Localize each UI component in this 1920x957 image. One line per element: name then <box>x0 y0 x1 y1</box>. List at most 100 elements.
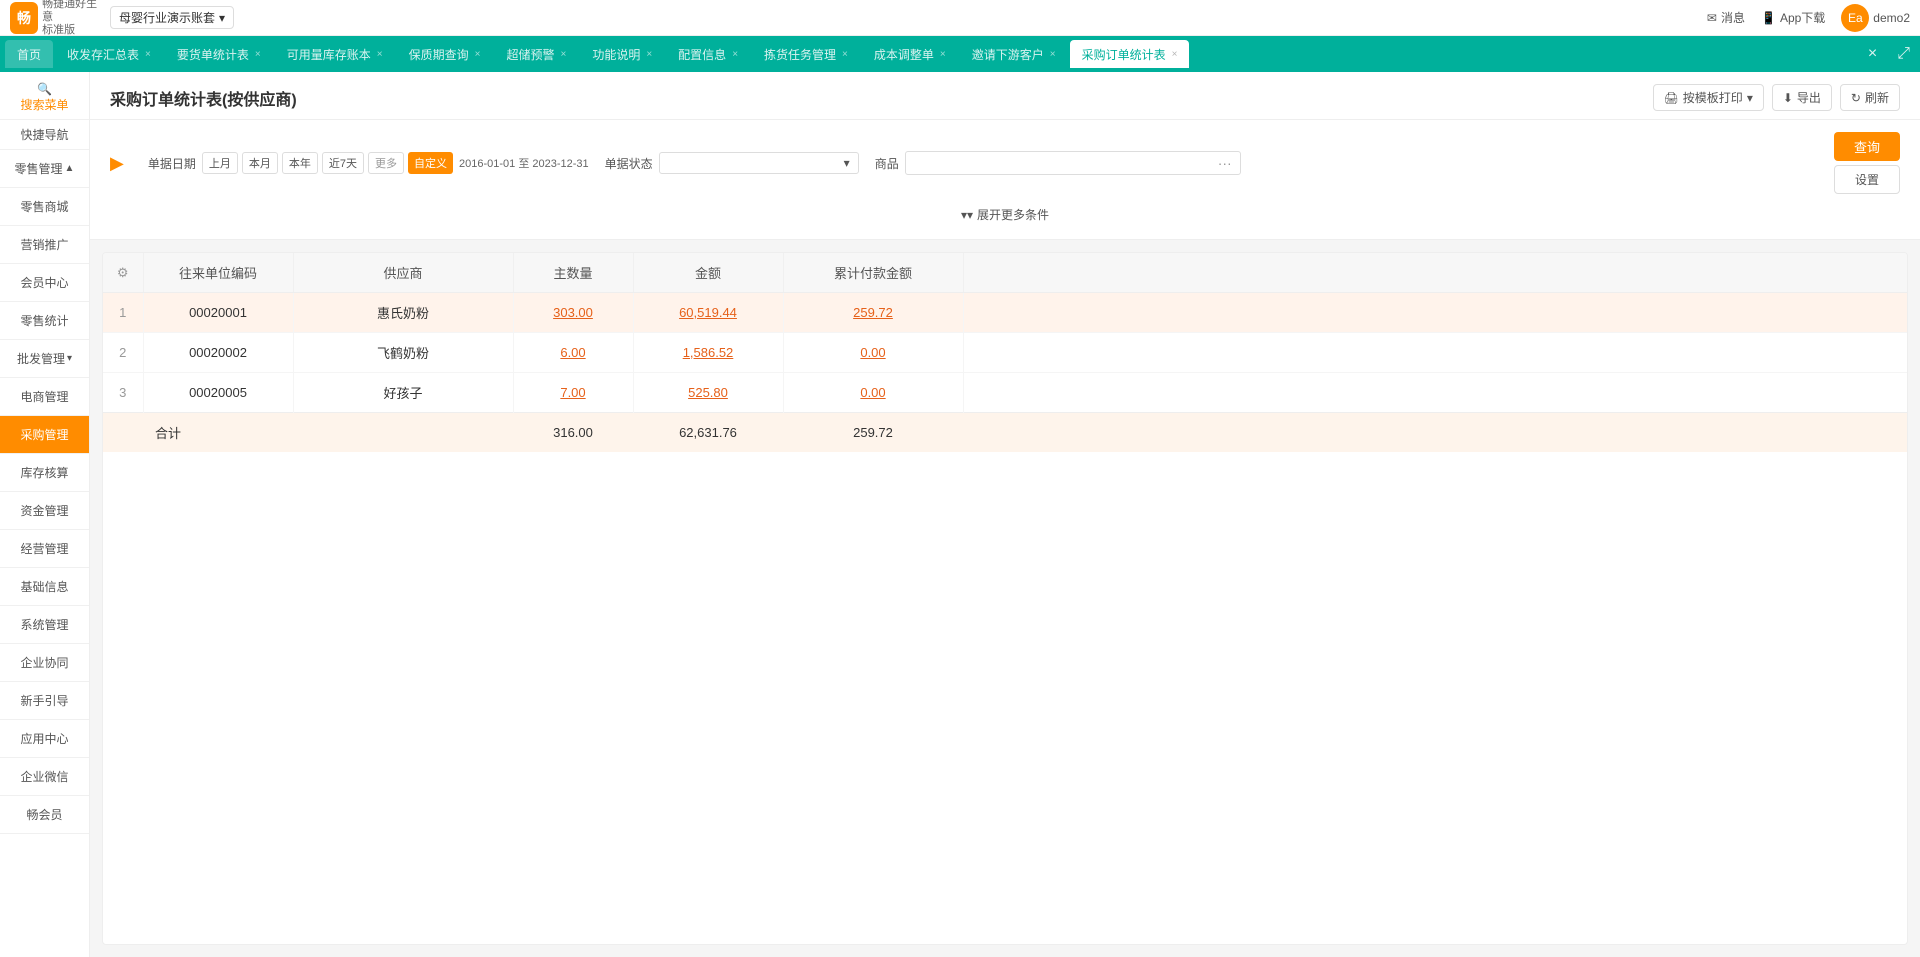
row-qty-3: 7.00 <box>513 373 633 413</box>
sidebar-quick-nav[interactable]: 快捷导航 <box>0 120 89 150</box>
close-tab-purchase-order-stats[interactable]: × <box>1172 49 1178 60</box>
sidebar-item-ecommerce[interactable]: 电商管理 <box>0 378 89 416</box>
tab-overstock[interactable]: 超储预警 × <box>494 40 578 68</box>
close-tab-config[interactable]: × <box>732 49 738 60</box>
col-header-code: 往来单位编码 <box>143 253 293 293</box>
close-tab-invite-downstream[interactable]: × <box>1050 49 1056 60</box>
goods-input-container[interactable]: ··· <box>905 151 1241 175</box>
footer-label: 合计 <box>143 413 513 453</box>
download-icon: 📱 <box>1761 11 1776 25</box>
expand-more-conditions[interactable]: ▾▾ 展开更多条件 <box>110 202 1900 227</box>
close-tab-pick-task[interactable]: × <box>842 49 848 60</box>
message-label: 消息 <box>1721 9 1745 26</box>
date-btn-this-month[interactable]: 本月 <box>242 152 278 174</box>
message-button[interactable]: ✉ 消息 <box>1707 9 1745 26</box>
filter-row-1: ▶ 单据日期 上月 本月 本年 近7天 更多 自定义 2016-01-0 <box>110 132 1900 194</box>
goods-filter: 商品 ··· <box>875 151 1241 175</box>
refresh-button[interactable]: ↻ 刷新 <box>1840 84 1900 111</box>
tab-function-desc[interactable]: 功能说明 × <box>580 40 664 68</box>
table-header: ⚙ 往来单位编码 供应商 主数量 金额 累计付款金额 <box>103 253 1907 293</box>
tab-available-stock[interactable]: 可用量库存账本 × <box>275 40 395 68</box>
close-tab-receive-send[interactable]: × <box>145 49 151 60</box>
table-settings-header[interactable]: ⚙ <box>103 253 143 293</box>
close-tab-requisition[interactable]: × <box>255 49 261 60</box>
nav-right-actions: × ⤢ <box>1862 43 1916 65</box>
close-tab-function-desc[interactable]: × <box>646 49 652 60</box>
close-tab-warranty[interactable]: × <box>475 49 481 60</box>
sidebar-item-inventory[interactable]: 库存核算 <box>0 454 89 492</box>
sidebar-item-retail-management[interactable]: 零售管理 ▲ <box>0 150 89 188</box>
goods-more-icon[interactable]: ··· <box>1218 155 1232 171</box>
sidebar-item-enterprise-wechat[interactable]: 企业微信 <box>0 758 89 796</box>
logo-area: 畅 畅捷通好生意 标准版 <box>10 0 100 37</box>
sidebar-item-retail-mall[interactable]: 零售商城 <box>0 188 89 226</box>
row-code-3: 00020005 <box>143 373 293 413</box>
sidebar-item-finance[interactable]: 资金管理 <box>0 492 89 530</box>
page-actions: 🖨 按模板打印 ▾ ⬇ 导出 ↻ 刷新 <box>1653 84 1900 111</box>
print-icon: 🖨 <box>1664 91 1679 105</box>
sidebar-search[interactable]: 🔍 搜索菜单 <box>0 72 89 120</box>
app-download-button[interactable]: 📱 App下载 <box>1761 9 1825 26</box>
chevron-down-icon-wholesale: ▾ <box>67 353 72 364</box>
sidebar-item-purchase[interactable]: 采购管理 <box>0 416 89 454</box>
table-row: 3 00020005 好孩子 7.00 525.80 0.00 <box>103 373 1907 413</box>
tab-config[interactable]: 配置信息 × <box>666 40 750 68</box>
sidebar-item-basic-info[interactable]: 基础信息 <box>0 568 89 606</box>
page-header: 采购订单统计表(按供应商) 🖨 按模板打印 ▾ ⬇ 导出 ↻ 刷新 <box>90 72 1920 120</box>
table-body: 1 00020001 惠氏奶粉 303.00 60,519.44 259.72 … <box>103 293 1907 413</box>
sidebar-item-marketing[interactable]: 营销推广 <box>0 226 89 264</box>
sidebar-item-member-center[interactable]: 会员中心 <box>0 264 89 302</box>
tab-invite-downstream[interactable]: 邀请下游客户 × <box>960 40 1068 68</box>
tab-pick-task[interactable]: 拣货任务管理 × <box>752 40 860 68</box>
filter-area: ▶ 单据日期 上月 本月 本年 近7天 更多 自定义 2016-01-0 <box>90 120 1920 240</box>
footer-amount: 62,631.76 <box>633 413 783 453</box>
tab-home[interactable]: 首页 <box>5 40 53 68</box>
date-btn-this-year[interactable]: 本年 <box>282 152 318 174</box>
col-header-empty <box>963 253 1907 293</box>
settings-button[interactable]: 设置 <box>1834 165 1900 194</box>
row-supplier-3: 好孩子 <box>293 373 513 413</box>
date-btn-more[interactable]: 更多 <box>368 152 404 174</box>
tab-requisition[interactable]: 要货单统计表 × <box>165 40 273 68</box>
close-all-tabs-button[interactable]: × <box>1862 43 1883 65</box>
date-btn-7days[interactable]: 近7天 <box>322 152 364 174</box>
print-dropdown-icon: ▾ <box>1747 91 1753 105</box>
top-right-actions: ✉ 消息 📱 App下载 Ea demo2 <box>1707 4 1910 32</box>
collapse-filter-icon[interactable]: ▶ <box>110 153 124 174</box>
footer-qty: 316.00 <box>513 413 633 453</box>
sidebar-item-operations[interactable]: 经营管理 <box>0 530 89 568</box>
workspace-selector[interactable]: 母婴行业演示账套 ▾ <box>110 6 234 29</box>
row-amount-1: 60,519.44 <box>633 293 783 333</box>
close-tab-cost-adjust[interactable]: × <box>940 49 946 60</box>
sidebar-item-chang-member[interactable]: 畅会员 <box>0 796 89 834</box>
status-select[interactable]: ▾ <box>659 152 859 174</box>
close-tab-overstock[interactable]: × <box>560 49 566 60</box>
restore-tabs-button[interactable]: ⤢ <box>1891 43 1916 65</box>
row-amount-2: 1,586.52 <box>633 333 783 373</box>
tab-cost-adjust[interactable]: 成本调整单 × <box>862 40 958 68</box>
col-header-paid: 累计付款金额 <box>783 253 963 293</box>
export-button[interactable]: ⬇ 导出 <box>1772 84 1832 111</box>
date-btn-last-month[interactable]: 上月 <box>202 152 238 174</box>
search-icon: 🔍 <box>37 82 52 96</box>
sidebar-item-app-center[interactable]: 应用中心 <box>0 720 89 758</box>
main-layout: 🔍 搜索菜单 快捷导航 零售管理 ▲ 零售商城 营销推广 会员中心 零售统计 批… <box>0 72 1920 957</box>
close-tab-available-stock[interactable]: × <box>377 49 383 60</box>
goods-input[interactable] <box>914 156 1214 170</box>
user-menu[interactable]: Ea demo2 <box>1841 4 1910 32</box>
top-bar: 畅 畅捷通好生意 标准版 母婴行业演示账套 ▾ ✉ 消息 📱 App下载 Ea … <box>0 0 1920 36</box>
sidebar-item-retail-stats[interactable]: 零售统计 <box>0 302 89 340</box>
sidebar-item-enterprise-collab[interactable]: 企业协同 <box>0 644 89 682</box>
footer-paid: 259.72 <box>783 413 963 453</box>
tab-purchase-order-stats[interactable]: 采购订单统计表 × <box>1070 40 1190 68</box>
date-custom-badge[interactable]: 自定义 <box>408 152 453 174</box>
print-button[interactable]: 🖨 按模板打印 ▾ <box>1653 84 1764 111</box>
search-button[interactable]: 查询 <box>1834 132 1900 161</box>
table-row: 1 00020001 惠氏奶粉 303.00 60,519.44 259.72 <box>103 293 1907 333</box>
tab-warranty[interactable]: 保质期查询 × <box>397 40 493 68</box>
workspace-name: 母婴行业演示账套 <box>119 9 215 26</box>
sidebar-item-wholesale[interactable]: 批发管理 ▾ <box>0 340 89 378</box>
tab-receive-send[interactable]: 收发存汇总表 × <box>55 40 163 68</box>
sidebar-item-system[interactable]: 系统管理 <box>0 606 89 644</box>
sidebar-item-new-user-guide[interactable]: 新手引导 <box>0 682 89 720</box>
